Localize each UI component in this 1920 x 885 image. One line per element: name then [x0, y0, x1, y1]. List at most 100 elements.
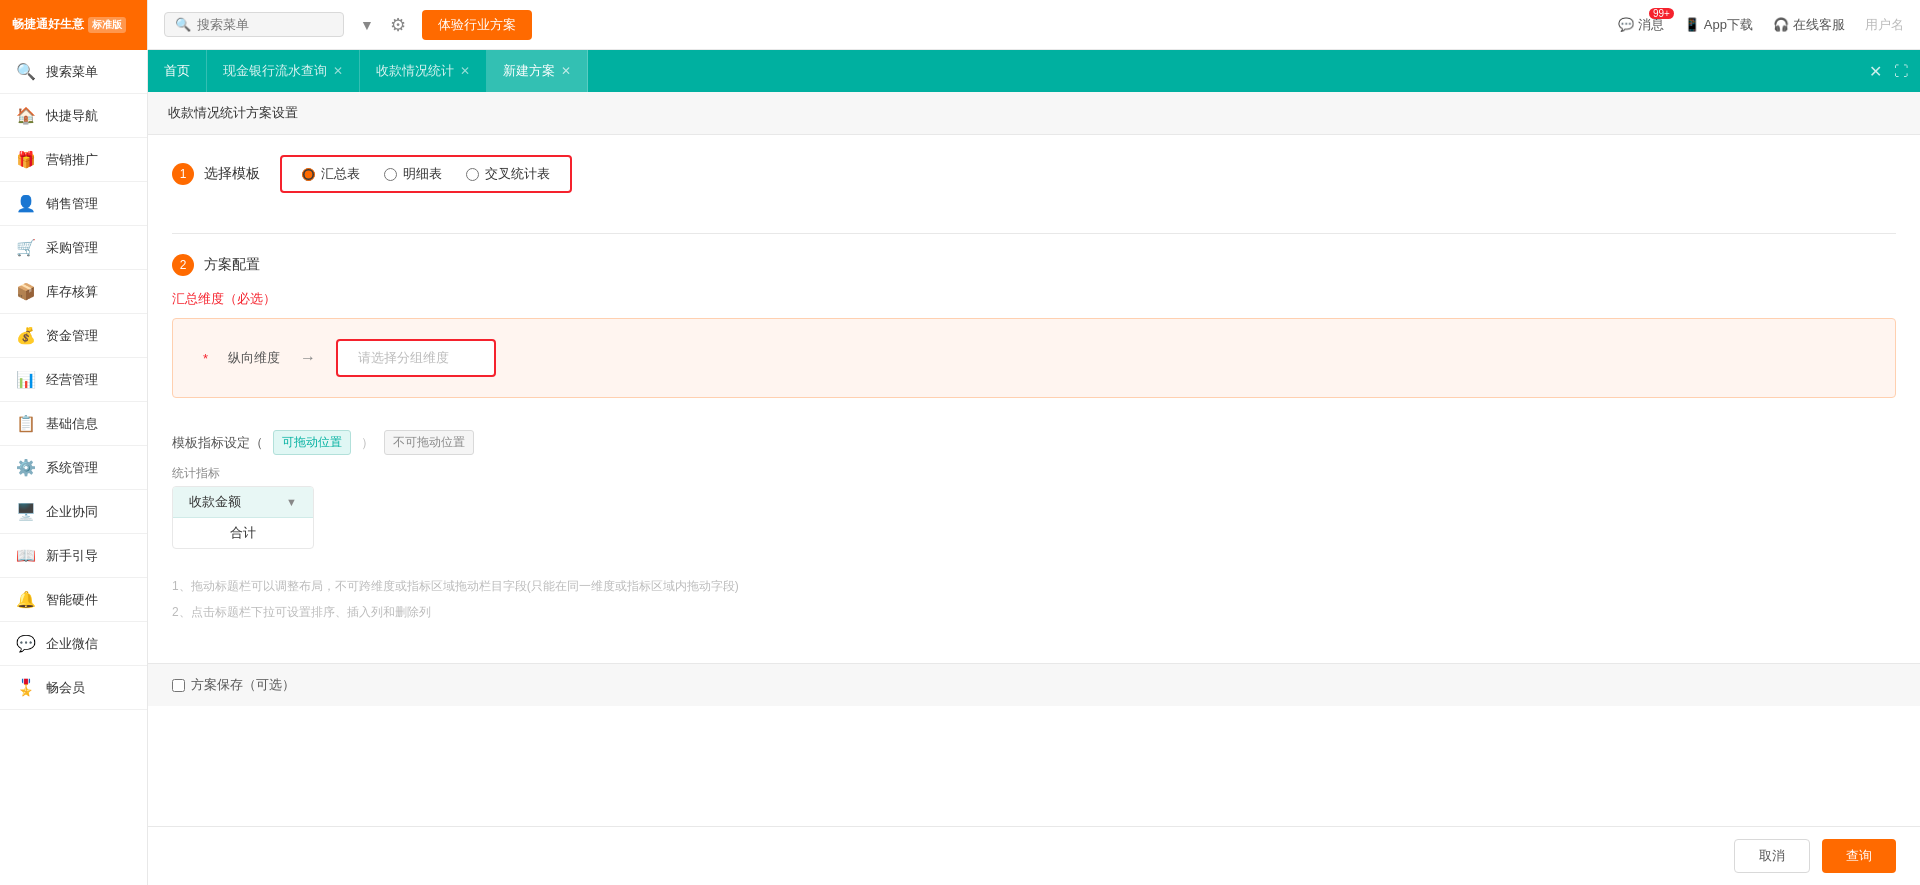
box-icon: 📦	[16, 282, 36, 301]
radio-cross-input[interactable]	[466, 168, 479, 181]
sidebar-label-system: 系统管理	[46, 459, 98, 477]
settings-icon[interactable]: ⚙	[390, 14, 406, 36]
user-icon: 👤	[16, 194, 36, 213]
template-selector: 汇总表 明细表 交叉统计表	[280, 155, 572, 193]
sidebar-label-wechat: 企业微信	[46, 635, 98, 653]
radio-summary-input[interactable]	[302, 168, 315, 181]
gift-icon: 🎁	[16, 150, 36, 169]
step1-badge: 1	[172, 163, 194, 185]
sidebar-item-inventory[interactable]: 📦 库存核算	[0, 270, 147, 314]
metrics-dropdown-icon[interactable]: ▼	[286, 496, 297, 508]
sidebar-item-purchase[interactable]: 🛒 采购管理	[0, 226, 147, 270]
metrics-column-header: 收款金额	[189, 493, 241, 511]
dimension-selector[interactable]: 请选择分组维度	[336, 339, 496, 377]
hint-1: 1、拖动标题栏可以调整布局，不可跨维度或指标区域拖动栏目字段(只能在同一维度或指…	[172, 576, 1872, 598]
tab-new-plan-close[interactable]: ✕	[561, 64, 571, 78]
sidebar-item-basic-info[interactable]: 📋 基础信息	[0, 402, 147, 446]
metrics-label: 模板指标设定（	[172, 434, 263, 452]
sidebar-label-operations: 经营管理	[46, 371, 98, 389]
metrics-table: 收款金额 ▼ 合计	[172, 486, 314, 549]
step2-label: 方案配置	[204, 256, 260, 274]
sidebar-label-hardware: 智能硬件	[46, 591, 98, 609]
metrics-subtotal: 合计	[230, 525, 256, 540]
radio-cross[interactable]: 交叉统计表	[466, 165, 550, 183]
clipboard-icon: 📋	[16, 414, 36, 433]
topbar: 🔍 ▼ ⚙ 体验行业方案 💬 消息 99+ 📱 App下载 🎧 在线客服 用户名	[148, 0, 1920, 50]
home-icon: 🏠	[16, 106, 36, 125]
search-box[interactable]: 🔍	[164, 12, 344, 37]
sidebar-item-hardware[interactable]: 🔔 智能硬件	[0, 578, 147, 622]
step1-row: 1 选择模板 汇总表 明细表 交叉统计表	[172, 155, 1896, 193]
metrics-setting-row: 模板指标设定（ 可拖动位置 ） 不可拖动位置	[172, 430, 1896, 455]
close-window-icon[interactable]: ✕	[1869, 62, 1882, 81]
sidebar-item-guide[interactable]: 📖 新手引导	[0, 534, 147, 578]
maximize-window-icon[interactable]: ⛶	[1894, 63, 1908, 79]
tab-receivable[interactable]: 收款情况统计 ✕	[360, 50, 487, 92]
edition-badge: 标准版	[88, 17, 126, 33]
tab-home[interactable]: 首页	[148, 50, 207, 92]
draggable-label: 可拖动位置	[282, 435, 342, 449]
main-area: 🔍 ▼ ⚙ 体验行业方案 💬 消息 99+ 📱 App下载 🎧 在线客服 用户名	[148, 0, 1920, 885]
money-icon: 💰	[16, 326, 36, 345]
arrow-icon: →	[300, 349, 316, 367]
message-icon: 💬	[1618, 17, 1634, 32]
metrics-separator: ）	[361, 434, 374, 452]
sidebar-label-guide: 新手引导	[46, 547, 98, 565]
step2-section: 2 方案配置 汇总维度（必选） * 纵向维度 → 请选择分组维度	[148, 234, 1920, 663]
metrics-header-row[interactable]: 收款金额 ▼	[173, 487, 313, 518]
monitor-icon: 🖥️	[16, 502, 36, 521]
hints-section: 1、拖动标题栏可以调整布局，不可跨维度或指标区域拖动栏目字段(只能在同一维度或指…	[172, 560, 1896, 643]
sidebar-item-system[interactable]: ⚙️ 系统管理	[0, 446, 147, 490]
sidebar-item-marketing[interactable]: 🎁 营销推广	[0, 138, 147, 182]
radio-detail-input[interactable]	[384, 168, 397, 181]
page-header: 收款情况统计方案设置	[148, 92, 1920, 135]
sidebar-item-finance[interactable]: 💰 资金管理	[0, 314, 147, 358]
download-label: App下载	[1704, 16, 1753, 34]
user-name: 用户名	[1865, 16, 1904, 34]
tab-receivable-close[interactable]: ✕	[460, 64, 470, 78]
radio-summary[interactable]: 汇总表	[302, 165, 360, 183]
sidebar-item-wechat[interactable]: 💬 企业微信	[0, 622, 147, 666]
chat-icon: 💬	[16, 634, 36, 653]
save-label: 方案保存（可选）	[191, 676, 295, 694]
sidebar-item-member[interactable]: 🎖️ 畅会员	[0, 666, 147, 710]
metrics-section: 模板指标设定（ 可拖动位置 ） 不可拖动位置 统计指标 收款金额	[172, 430, 1896, 560]
save-checkbox-label[interactable]: 方案保存（可选）	[172, 676, 295, 694]
app-download-btn[interactable]: 📱 App下载	[1684, 16, 1753, 34]
metrics-section-label: 统计指标	[172, 465, 314, 482]
sidebar-label-quick-nav: 快捷导航	[46, 107, 98, 125]
save-checkbox-input[interactable]	[172, 679, 185, 692]
medal-icon: 🎖️	[16, 678, 36, 697]
tab-cashflow[interactable]: 现金银行流水查询 ✕	[207, 50, 360, 92]
tab-new-plan[interactable]: 新建方案 ✕	[487, 50, 588, 92]
search-input[interactable]	[197, 17, 337, 32]
tab-cashflow-label: 现金银行流水查询	[223, 62, 327, 80]
metrics-table-wrapper: 统计指标 收款金额 ▼ 合计	[172, 465, 314, 560]
trial-button[interactable]: 体验行业方案	[422, 10, 532, 40]
dimension-section: 汇总维度（必选） * 纵向维度 → 请选择分组维度	[172, 290, 1896, 430]
query-button[interactable]: 查询	[1822, 839, 1896, 873]
sidebar-item-quick-nav[interactable]: 🏠 快捷导航	[0, 94, 147, 138]
step1-label: 选择模板	[204, 165, 260, 183]
radio-detail[interactable]: 明细表	[384, 165, 442, 183]
cart-icon: 🛒	[16, 238, 36, 257]
sidebar-item-sales[interactable]: 👤 销售管理	[0, 182, 147, 226]
message-btn[interactable]: 💬 消息 99+	[1618, 16, 1664, 34]
chart-icon: 📊	[16, 370, 36, 389]
sidebar-item-operations[interactable]: 📊 经营管理	[0, 358, 147, 402]
page-footer: 方案保存（可选）	[148, 663, 1920, 706]
download-icon: 📱	[1684, 17, 1700, 32]
sidebar-item-search[interactable]: 🔍 搜索菜单	[0, 50, 147, 94]
cancel-button[interactable]: 取消	[1734, 839, 1810, 873]
bell-icon: 🔔	[16, 590, 36, 609]
vertical-dimension-row: * 纵向维度 → 请选择分组维度	[203, 339, 1865, 377]
book-icon: 📖	[16, 546, 36, 565]
tab-new-plan-label: 新建方案	[503, 62, 555, 80]
tab-cashflow-close[interactable]: ✕	[333, 64, 343, 78]
sidebar-item-cooperation[interactable]: 🖥️ 企业协同	[0, 490, 147, 534]
sidebar: 畅捷通好生意 标准版 🔍 搜索菜单 🏠 快捷导航 🎁 营销推广 👤 销售管理 🛒…	[0, 0, 148, 885]
chevron-down-icon[interactable]: ▼	[360, 17, 374, 33]
radio-summary-label: 汇总表	[321, 165, 360, 183]
service-btn[interactable]: 🎧 在线客服	[1773, 16, 1845, 34]
tab-window-controls: ✕ ⛶	[1857, 50, 1920, 92]
